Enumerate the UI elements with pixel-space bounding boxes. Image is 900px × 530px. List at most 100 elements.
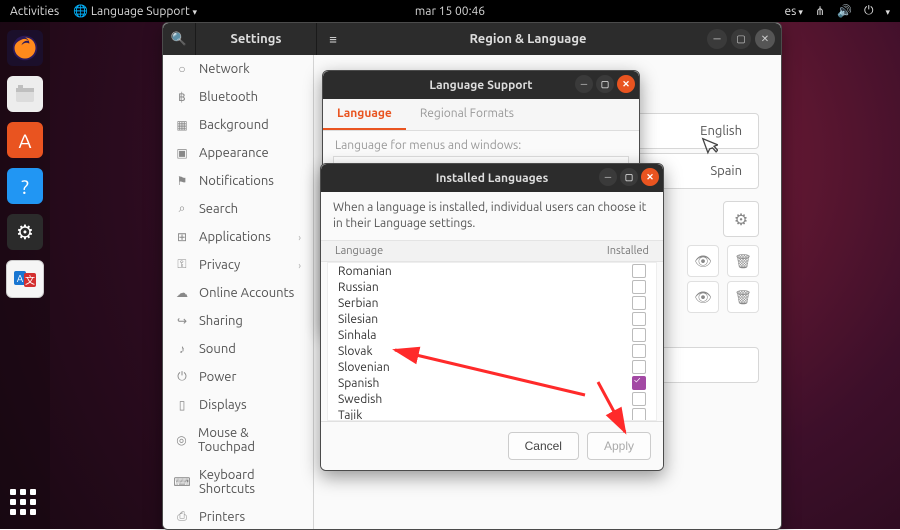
sidebar-icon: ♪ xyxy=(175,342,189,356)
dialog-maximize[interactable]: ▢ xyxy=(620,168,638,186)
apply-button[interactable]: Apply xyxy=(587,432,651,460)
language-list[interactable]: RomanianRussianSerbianSilesianSinhalaSlo… xyxy=(327,262,657,421)
sidebar-icon: ⏻ xyxy=(175,370,189,384)
sidebar-item-printers[interactable]: ⎙Printers xyxy=(163,503,313,529)
language-name: Tajik xyxy=(338,409,632,421)
svg-text:文: 文 xyxy=(25,274,35,286)
dialog-maximize[interactable]: ▢ xyxy=(596,75,614,93)
tab-language[interactable]: Language xyxy=(323,99,406,130)
window-maximize[interactable]: ▢ xyxy=(731,29,751,49)
sidebar-item-privacy[interactable]: ⚿Privacy› xyxy=(163,251,313,279)
dialog-close[interactable]: ✕ xyxy=(641,168,659,186)
sidebar-icon: ↪ xyxy=(175,314,189,328)
sidebar-item-background[interactable]: ▦Background xyxy=(163,111,313,139)
installed-checkbox[interactable] xyxy=(632,360,646,374)
language-row[interactable]: Sinhala xyxy=(328,327,656,343)
sidebar-item-sharing[interactable]: ↪Sharing xyxy=(163,307,313,335)
cancel-button[interactable]: Cancel xyxy=(508,432,579,460)
system-menu[interactable] xyxy=(885,5,890,18)
language-icon: A文 xyxy=(12,266,38,292)
installed-checkbox[interactable] xyxy=(632,264,646,278)
activities-button[interactable]: Activities xyxy=(10,5,59,18)
sidebar-item-sound[interactable]: ♪Sound xyxy=(163,335,313,363)
language-name: Serbian xyxy=(338,297,632,310)
installed-checkbox[interactable] xyxy=(632,376,646,390)
sidebar-item-applications[interactable]: ⊞Applications› xyxy=(163,223,313,251)
installed-checkbox[interactable] xyxy=(632,408,646,421)
language-row[interactable]: Serbian xyxy=(328,295,656,311)
chevron-right-icon: › xyxy=(298,232,301,243)
hamburger-button[interactable]: ≡ xyxy=(316,23,349,55)
app-menu[interactable]: 🌐 Language Support xyxy=(73,4,197,18)
language-row[interactable]: Slovak xyxy=(328,343,656,359)
installed-checkbox[interactable] xyxy=(632,392,646,406)
dock-help[interactable]: ? xyxy=(7,168,43,204)
language-name: Swedish xyxy=(338,393,632,406)
sidebar-item-label: Background xyxy=(199,118,269,132)
sidebar-item-notifications[interactable]: ⚑ Notifications xyxy=(163,167,313,195)
sidebar-item-label: Notifications xyxy=(199,174,274,188)
dock-firefox[interactable] xyxy=(7,30,43,66)
sidebar-item-search[interactable]: ⌕ Search xyxy=(163,195,313,223)
lang-support-tabs: Language Regional Formats xyxy=(323,99,639,131)
sidebar-item-bluetooth[interactable]: ฿Bluetooth xyxy=(163,83,313,111)
dialog-minimize[interactable]: ─ xyxy=(599,168,617,186)
view-button[interactable]: 👁 xyxy=(687,245,719,277)
tab-regional-formats[interactable]: Regional Formats xyxy=(406,99,528,130)
sidebar-item-label: Bluetooth xyxy=(199,90,258,104)
software-icon: A xyxy=(19,129,32,152)
remove-button[interactable]: 🗑 xyxy=(727,281,759,313)
sidebar-item-label: Search xyxy=(199,202,238,216)
sidebar-item-online-accounts[interactable]: ☁Online Accounts xyxy=(163,279,313,307)
clock[interactable]: mar 15 00:46 xyxy=(415,5,485,18)
svg-text:A: A xyxy=(17,273,24,284)
language-row[interactable]: Russian xyxy=(328,279,656,295)
settings-titlebar: 🔍 Settings ≡ Region & Language ─ ▢ ✕ xyxy=(163,23,781,55)
sidebar-item-label: Appearance xyxy=(199,146,269,160)
dock-settings[interactable]: ⚙ xyxy=(7,214,43,250)
installed-checkbox[interactable] xyxy=(632,312,646,326)
sidebar-item-power[interactable]: ⏻Power xyxy=(163,363,313,391)
language-name: Slovenian xyxy=(338,361,632,374)
sidebar-item-keyboard-shortcuts[interactable]: ⌨Keyboard Shortcuts xyxy=(163,461,313,503)
show-applications[interactable] xyxy=(10,489,40,519)
col-language: Language xyxy=(335,245,383,257)
gear-icon: ⚙ xyxy=(16,220,34,244)
sidebar-item-displays[interactable]: ▯Displays xyxy=(163,391,313,419)
network-icon[interactable]: ⋔ xyxy=(815,4,825,18)
sidebar-item-network[interactable]: ○Network xyxy=(163,55,313,83)
remove-button[interactable]: 🗑 xyxy=(727,245,759,277)
dock-files[interactable] xyxy=(7,76,43,112)
installed-checkbox[interactable] xyxy=(632,344,646,358)
sidebar-icon: ⌕ xyxy=(175,202,189,216)
language-row[interactable]: Tajik xyxy=(328,407,656,421)
power-icon[interactable]: ⏻ xyxy=(864,4,874,18)
sidebar-item-appearance[interactable]: ▣Appearance xyxy=(163,139,313,167)
language-row[interactable]: Spanish xyxy=(328,375,656,391)
sidebar-item-label: Displays xyxy=(199,398,247,412)
window-close[interactable]: ✕ xyxy=(755,29,775,49)
input-source-indicator[interactable]: es xyxy=(785,5,803,18)
language-row[interactable]: Romanian xyxy=(328,263,656,279)
settings-title: Settings xyxy=(196,32,316,46)
volume-icon[interactable]: 🔊 xyxy=(837,4,852,18)
language-row[interactable]: Swedish xyxy=(328,391,656,407)
search-toggle[interactable]: 🔍 xyxy=(163,23,196,55)
view-button[interactable]: 👁 xyxy=(687,281,719,313)
language-row[interactable]: Slovenian xyxy=(328,359,656,375)
window-minimize[interactable]: ─ xyxy=(707,29,727,49)
dialog-minimize[interactable]: ─ xyxy=(575,75,593,93)
dock-software[interactable]: A xyxy=(7,122,43,158)
manage-languages-button[interactable]: ⚙ xyxy=(723,201,759,237)
installed-titlebar: Installed Languages ─ ▢ ✕ xyxy=(321,164,663,192)
installed-checkbox[interactable] xyxy=(632,328,646,342)
sidebar-item-mouse-touchpad[interactable]: ◎Mouse & Touchpad xyxy=(163,419,313,461)
list-header: Language Installed xyxy=(321,240,663,262)
language-row[interactable]: Silesian xyxy=(328,311,656,327)
installed-checkbox[interactable] xyxy=(632,296,646,310)
sidebar-icon: ⚑ xyxy=(175,174,189,188)
dock-language-support[interactable]: A文 xyxy=(6,260,44,298)
dialog-close[interactable]: ✕ xyxy=(617,75,635,93)
installed-checkbox[interactable] xyxy=(632,280,646,294)
sidebar-item-label: Privacy xyxy=(199,258,240,272)
